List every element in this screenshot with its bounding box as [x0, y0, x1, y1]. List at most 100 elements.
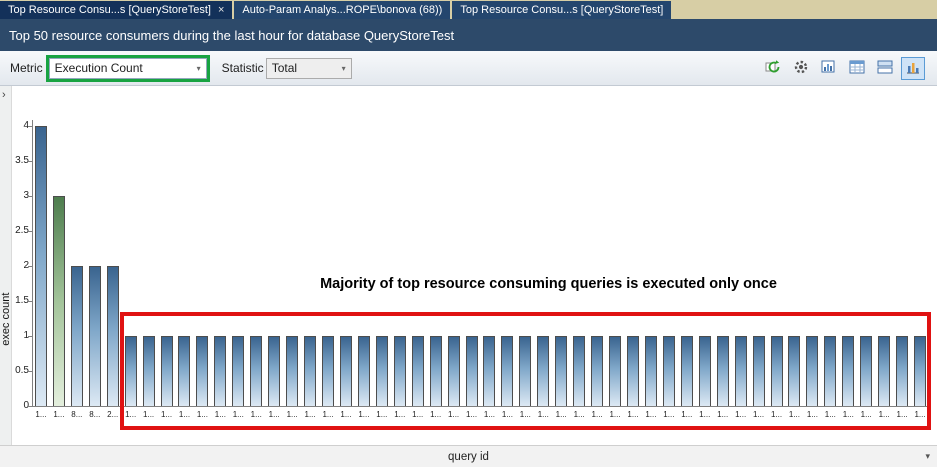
chart-bar[interactable]: [53, 196, 65, 406]
chart-bar[interactable]: [501, 336, 513, 406]
chart-bar[interactable]: [178, 336, 190, 406]
tab-top-resource-consumers-active[interactable]: Top Resource Consu...s [QueryStoreTest] …: [0, 1, 232, 19]
chart-bar[interactable]: [107, 266, 119, 406]
chart-bar[interactable]: [519, 336, 531, 406]
report-title-bar: Top 50 resource consumers during the las…: [0, 19, 937, 51]
chart-bar[interactable]: [717, 336, 729, 406]
chart-bar[interactable]: [573, 336, 585, 406]
chart-bar[interactable]: [878, 336, 890, 406]
chart-bar[interactable]: [788, 336, 800, 406]
tab-label: Top Resource Consu...s [QueryStoreTest]: [8, 4, 211, 16]
statistic-dropdown-value: Total: [272, 61, 297, 75]
chart-bar[interactable]: [250, 336, 262, 406]
chart-bar[interactable]: [430, 336, 442, 406]
y-tick-label: 0.5: [12, 365, 29, 376]
page-title: Top 50 resource consumers during the las…: [9, 28, 454, 43]
chart-bar[interactable]: [824, 336, 836, 406]
chart-bar[interactable]: [537, 336, 549, 406]
chart-bar[interactable]: [71, 266, 83, 406]
chart-bar[interactable]: [232, 336, 244, 406]
metric-highlight-box: Execution Count ▾: [46, 55, 210, 82]
tab-label: Top Resource Consu...s [QueryStoreTest]: [460, 4, 663, 16]
chart-bar[interactable]: [466, 336, 478, 406]
chart-content-area: › exec count Majority of top resource co…: [0, 86, 937, 445]
expand-panel-chevron-icon[interactable]: ›: [2, 89, 6, 101]
chart-bar[interactable]: [143, 336, 155, 406]
statistic-label: Statistic: [222, 61, 264, 75]
bar-chart-view-button[interactable]: [901, 57, 925, 80]
y-tick-mark: [28, 266, 32, 267]
chart-bar[interactable]: [286, 336, 298, 406]
toolbar-icon-group: [761, 57, 931, 80]
refresh-button[interactable]: [761, 57, 785, 80]
chart-bar[interactable]: [358, 336, 370, 406]
tab-top-resource-consumers-2[interactable]: Top Resource Consu...s [QueryStoreTest]: [452, 1, 671, 19]
y-tick-label: 0: [12, 400, 29, 411]
y-tick-mark: [28, 161, 32, 162]
y-tick-label: 1: [12, 330, 29, 341]
statistic-dropdown[interactable]: Total ▾: [266, 58, 352, 79]
y-tick-label: 3: [12, 190, 29, 201]
report-toolbar: Metric Execution Count ▾ Statistic Total…: [0, 51, 937, 86]
close-icon[interactable]: ×: [218, 5, 224, 16]
chart-bar[interactable]: [806, 336, 818, 406]
chart-bar[interactable]: [376, 336, 388, 406]
query-store-report-window: Top Resource Consu...s [QueryStoreTest] …: [0, 0, 937, 467]
chart-bar[interactable]: [161, 336, 173, 406]
chart-bar[interactable]: [448, 336, 460, 406]
collapsed-panel-strip: › exec count: [0, 86, 12, 445]
y-tick-label: 3.5: [12, 155, 29, 166]
chart-bar[interactable]: [196, 336, 208, 406]
chart-bar[interactable]: [842, 336, 854, 406]
chart-bar[interactable]: [681, 336, 693, 406]
chart-bar[interactable]: [268, 336, 280, 406]
y-axis-line: [32, 120, 33, 406]
chart-bar[interactable]: [322, 336, 334, 406]
chart-bar[interactable]: [35, 126, 47, 406]
metric-dropdown[interactable]: Execution Count ▾: [49, 58, 207, 79]
chart-bar[interactable]: [304, 336, 316, 406]
chart-bar[interactable]: [412, 336, 424, 406]
split-view-button[interactable]: [873, 57, 897, 80]
x-axis-line: [32, 406, 931, 407]
chart-annotation-text: Majority of top resource consuming queri…: [216, 276, 882, 292]
settings-button[interactable]: [789, 57, 813, 80]
chart-bar[interactable]: [860, 336, 872, 406]
chart-bar[interactable]: [627, 336, 639, 406]
track-query-chart-icon: [821, 59, 837, 78]
chart-bar[interactable]: [214, 336, 226, 406]
chart-bar[interactable]: [753, 336, 765, 406]
tab-auto-param-analysis[interactable]: Auto-Param Analys...ROPE\bonova (68)): [234, 1, 450, 19]
bar-chart-view-icon: [905, 59, 921, 78]
grid-view-button[interactable]: [845, 57, 869, 80]
chart-bar[interactable]: [663, 336, 675, 406]
chart-bar[interactable]: [735, 336, 747, 406]
chart-bar[interactable]: [483, 336, 495, 406]
x-axis-selector-chevron-icon[interactable]: ▾: [925, 451, 930, 462]
chart-bar[interactable]: [896, 336, 908, 406]
y-tick-mark: [28, 336, 32, 337]
track-query-button[interactable]: [817, 57, 841, 80]
metric-dropdown-value: Execution Count: [55, 61, 143, 75]
chart-bar[interactable]: [591, 336, 603, 406]
y-tick-label: 2.5: [12, 225, 29, 236]
chart-bar[interactable]: [340, 336, 352, 406]
y-tick-label: 1.5: [12, 295, 29, 306]
chart-bar[interactable]: [699, 336, 711, 406]
chart-bar[interactable]: [89, 266, 101, 406]
document-tab-bar: Top Resource Consu...s [QueryStoreTest] …: [0, 0, 937, 19]
y-tick-mark: [28, 371, 32, 372]
chart-bar[interactable]: [645, 336, 657, 406]
chart-bar[interactable]: [771, 336, 783, 406]
chevron-down-icon: ▾: [342, 64, 346, 73]
chart-bar[interactable]: [609, 336, 621, 406]
chart-bar[interactable]: [555, 336, 567, 406]
y-axis-title: exec count: [0, 292, 12, 345]
x-axis-title: query id: [448, 451, 489, 463]
y-tick-mark: [28, 126, 32, 127]
y-tick-mark: [28, 196, 32, 197]
chart-bar[interactable]: [394, 336, 406, 406]
chart-bar[interactable]: [125, 336, 137, 406]
chart-bar[interactable]: [914, 336, 926, 406]
tab-label: Auto-Param Analys...ROPE\bonova (68)): [242, 4, 442, 16]
